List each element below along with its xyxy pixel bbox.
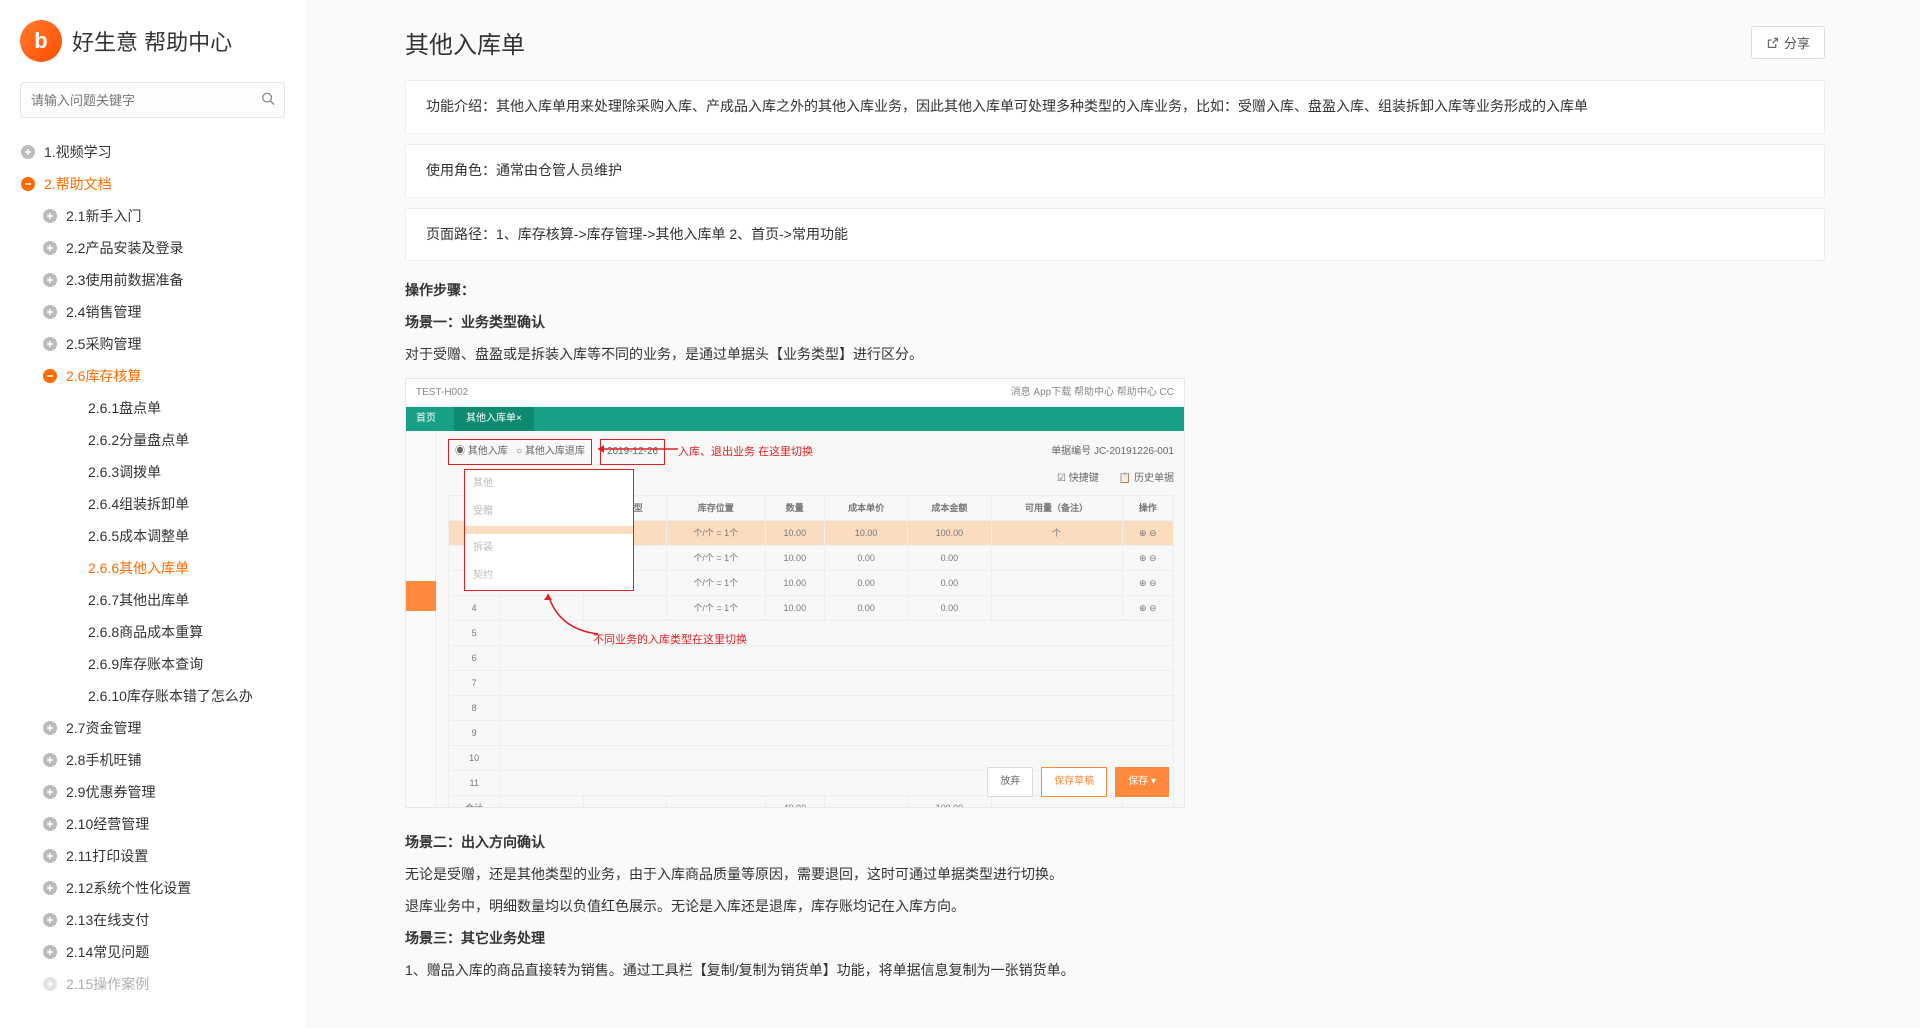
plus-icon (42, 336, 58, 352)
role-label: 使用角色： (426, 162, 496, 178)
minus-icon (42, 368, 58, 384)
nav-leaf-2-6-8[interactable]: 2.6.8商品成本重算 (64, 616, 285, 648)
nav-item-2-6[interactable]: 2.6库存核算 (42, 360, 285, 392)
scene3-title: 场景三：其它业务处理 (405, 924, 1825, 952)
scene2-title: 场景二：出入方向确认 (405, 828, 1825, 856)
plus-icon (42, 240, 58, 256)
nav-item-docs[interactable]: 2.帮助文档 (20, 168, 285, 200)
nav-item-2-1[interactable]: 2.1新手入门 (42, 200, 285, 232)
plus-icon (42, 272, 58, 288)
nav-item-2-2[interactable]: 2.2产品安装及登录 (42, 232, 285, 264)
plus-icon (42, 720, 58, 736)
path-box: 页面路径：1、库存核算->库存管理->其他入库单 2、首页->常用功能 (405, 208, 1825, 262)
search-icon[interactable] (261, 92, 275, 109)
search-input[interactable] (20, 82, 285, 118)
embedded-screenshot: TEST-H002 消息 App下载 帮助中心 帮助中心 CC 首页 其他入库单… (405, 378, 1185, 808)
share-icon (1766, 36, 1779, 49)
intro-box: 功能介绍：其他入库单用来处理除采购入库、产成品入库之外的其他入库业务，因此其他入… (405, 80, 1825, 134)
nav-item-2-7[interactable]: 2.7资金管理 (42, 712, 285, 744)
nav-item-2-10[interactable]: 2.10经营管理 (42, 808, 285, 840)
intro-text: 其他入库单用来处理除采购入库、产成品入库之外的其他入库业务，因此其他入库单可处理… (496, 98, 1588, 114)
nav-leaf-2-6-6[interactable]: 2.6.6其他入库单 (64, 552, 285, 584)
page-title: 其他入库单 (405, 25, 525, 60)
logo: b 好生意 帮助中心 (20, 20, 285, 62)
plus-icon (42, 912, 58, 928)
nav-leaf-2-6-5[interactable]: 2.6.5成本调整单 (64, 520, 285, 552)
plus-icon (42, 816, 58, 832)
path-label: 页面路径： (426, 226, 496, 242)
plus-icon (42, 848, 58, 864)
plus-icon (42, 304, 58, 320)
nav-leaf-2-6-1[interactable]: 2.6.1盘点单 (64, 392, 285, 424)
nav-leaf-2-6-2[interactable]: 2.6.2分量盘点单 (64, 424, 285, 456)
nav-item-2-15[interactable]: 2.15操作案例 (42, 968, 285, 1000)
nav-item-2-12[interactable]: 2.12系统个性化设置 (42, 872, 285, 904)
plus-icon (42, 752, 58, 768)
scene3-line1: 1、赠品入库的商品直接转为销售。通过工具栏【复制/复制为销货单】功能，将单据信息… (405, 956, 1825, 984)
role-text: 通常由仓管人员维护 (496, 162, 622, 178)
search-box (20, 82, 285, 118)
nav-item-video[interactable]: 1.视频学习 (20, 136, 285, 168)
nav-item-2-14[interactable]: 2.14常见问题 (42, 936, 285, 968)
plus-icon (42, 880, 58, 896)
logo-icon: b (20, 20, 62, 62)
main-content: 其他入库单 分享 功能介绍：其他入库单用来处理除采购入库、产成品入库之外的其他入… (305, 0, 1920, 1028)
nav-tree: 1.视频学习 2.帮助文档 2.1新手入门 2.2产品安装及登录 2.3使用前数… (20, 136, 285, 1000)
share-button[interactable]: 分享 (1751, 26, 1825, 59)
path-text: 1、库存核算->库存管理->其他入库单 2、首页->常用功能 (496, 226, 848, 242)
scene1-desc: 对于受赠、盘盈或是拆装入库等不同的业务，是通过单据头【业务类型】进行区分。 (405, 340, 1825, 368)
nav-item-2-3[interactable]: 2.3使用前数据准备 (42, 264, 285, 296)
nav-leaf-2-6-7[interactable]: 2.6.7其他出库单 (64, 584, 285, 616)
plus-icon (42, 944, 58, 960)
scene1-title: 场景一：业务类型确认 (405, 308, 1825, 336)
nav-leaf-2-6-3[interactable]: 2.6.3调拨单 (64, 456, 285, 488)
plus-icon (42, 976, 58, 992)
nav-item-2-11[interactable]: 2.11打印设置 (42, 840, 285, 872)
steps-section: 操作步骤： 场景一：业务类型确认 对于受赠、盘盈或是拆装入库等不同的业务，是通过… (405, 276, 1825, 984)
minus-icon (20, 176, 36, 192)
plus-icon (42, 208, 58, 224)
nav-item-2-9[interactable]: 2.9优惠券管理 (42, 776, 285, 808)
nav-leaf-2-6-4[interactable]: 2.6.4组装拆卸单 (64, 488, 285, 520)
plus-icon (20, 144, 36, 160)
scene2-line2: 退库业务中，明细数量均以负值红色展示。无论是入库还是退库，库存账均记在入库方向。 (405, 892, 1825, 920)
steps-label: 操作步骤： (405, 276, 1825, 304)
nav-item-2-13[interactable]: 2.13在线支付 (42, 904, 285, 936)
role-box: 使用角色：通常由仓管人员维护 (405, 144, 1825, 198)
sidebar: b 好生意 帮助中心 1.视频学习 2.帮助文档 2.1新手入门 2.2产品安装… (0, 0, 305, 1028)
intro-label: 功能介绍： (426, 98, 496, 114)
nav-item-2-5[interactable]: 2.5采购管理 (42, 328, 285, 360)
nav-item-2-4[interactable]: 2.4销售管理 (42, 296, 285, 328)
nav-leaf-2-6-10[interactable]: 2.6.10库存账本错了怎么办 (64, 680, 285, 712)
nav-item-2-8[interactable]: 2.8手机旺铺 (42, 744, 285, 776)
scene2-line1: 无论是受赠，还是其他类型的业务，由于入库商品质量等原因，需要退回，这时可通过单据… (405, 860, 1825, 888)
nav-leaf-2-6-9[interactable]: 2.6.9库存账本查询 (64, 648, 285, 680)
logo-text: 好生意 帮助中心 (72, 25, 232, 57)
plus-icon (42, 784, 58, 800)
